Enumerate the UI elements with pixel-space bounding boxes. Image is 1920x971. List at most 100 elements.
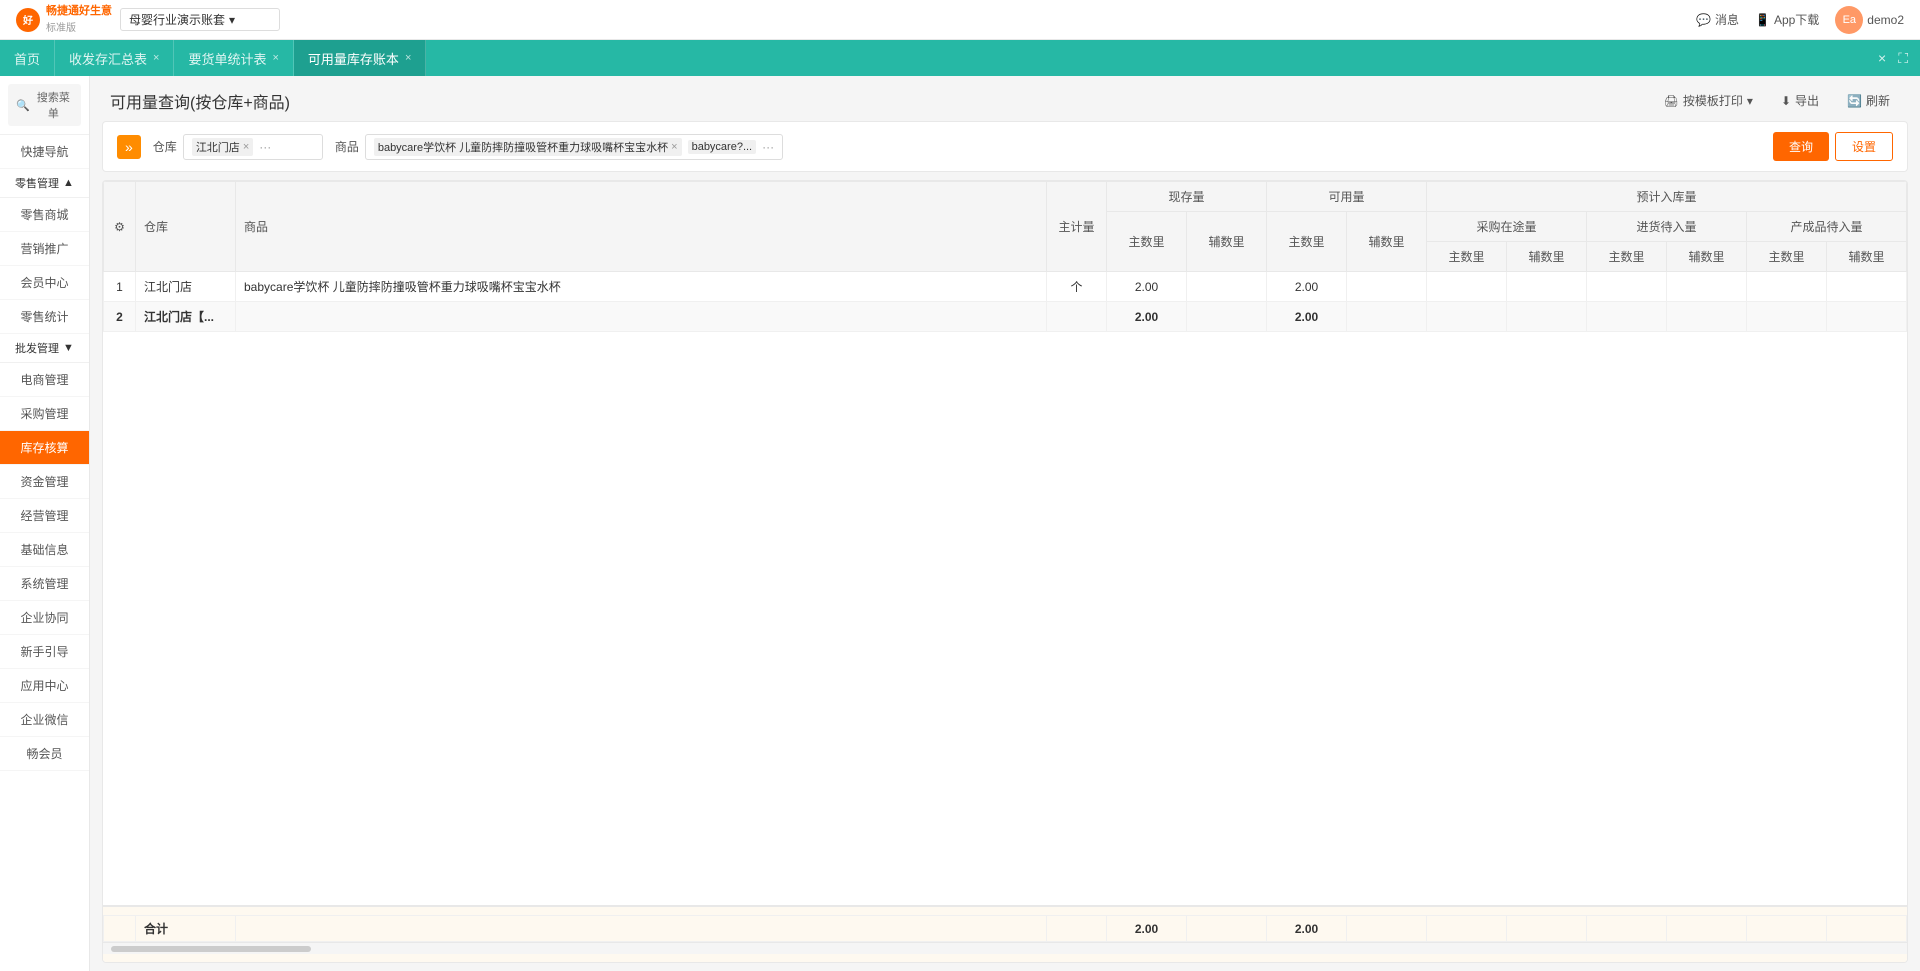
th-purchase-transit-label: 采购在途量 — [1476, 220, 1536, 234]
sidebar-enterprise-wechat-label: 企业微信 — [20, 713, 68, 727]
tab-home[interactable]: 首页 — [0, 40, 55, 76]
sidebar-item-retail-mall[interactable]: 零售商城 — [0, 198, 89, 232]
sidebar-item-purchase-mgmt[interactable]: 采购管理 — [0, 397, 89, 431]
tab-fullscreen-btn[interactable]: ⛶ — [1894, 46, 1912, 71]
group-available-aux — [1347, 302, 1427, 332]
sidebar-item-enterprise-wechat[interactable]: 企业微信 — [0, 703, 89, 737]
sidebar-retail-mgmt-label: 零售管理 — [15, 175, 59, 191]
print-btn[interactable]: 🖨 按模板打印 ▾ — [1654, 88, 1763, 113]
brand-sub: 标准版 — [46, 19, 112, 34]
th-warehouse-label: 仓库 — [144, 220, 168, 234]
cell-gp-main — [1587, 272, 1667, 302]
th-fp-aux-label: 辅数里 — [1848, 250, 1884, 264]
sidebar-search-area: 🔍 搜索菜单 — [0, 76, 89, 135]
th-unit: 主计量 — [1047, 182, 1107, 272]
sidebar-item-system-mgmt[interactable]: 系统管理 — [0, 567, 89, 601]
table-scroll[interactable]: ⚙ 仓库 商品 主计量 现存量 — [103, 181, 1907, 905]
cell-pt-main — [1427, 272, 1507, 302]
sidebar-item-new-guide[interactable]: 新手引导 — [0, 635, 89, 669]
product-tag-1-close[interactable]: × — [671, 141, 677, 153]
footer-gp-aux — [1667, 916, 1747, 942]
brand-name: 畅捷通好生意 — [46, 5, 112, 18]
th-available-main: 主数里 — [1267, 212, 1347, 272]
th-product-label: 商品 — [244, 220, 268, 234]
query-btn[interactable]: 查询 — [1773, 132, 1829, 161]
tab-inventory-close[interactable]: × — [405, 52, 411, 64]
sidebar-quick-nav-label: 快捷导航 — [20, 145, 68, 159]
store-selector[interactable]: 母婴行业演示账套 ▾ — [120, 8, 280, 31]
top-bar-left: 好 畅捷通好生意 标准版 母婴行业演示账套 ▾ — [16, 5, 280, 33]
th-goods-pending-label: 进货待入量 — [1636, 220, 1696, 234]
content-area: 可用量查询(按仓库+商品) 🖨 按模板打印 ▾ ⬇ 导出 🔄 刷新 » — [90, 76, 1920, 971]
filter-actions: 查询 设置 — [1773, 132, 1893, 161]
footer-empty-3 — [1047, 916, 1107, 942]
sidebar-item-enterprise[interactable]: 企业协同 — [0, 601, 89, 635]
tab-home-label: 首页 — [14, 49, 40, 68]
bottom-scroll-area[interactable] — [103, 942, 1907, 954]
group-pt-aux — [1507, 302, 1587, 332]
warehouse-tag: 江北门店 × — [192, 138, 253, 156]
tab-receive[interactable]: 收发存汇总表 × — [55, 40, 174, 76]
tab-close-all-btn[interactable]: × — [1874, 46, 1890, 70]
sidebar-item-marketing[interactable]: 营销推广 — [0, 232, 89, 266]
footer-available-main: 2.00 — [1267, 916, 1347, 942]
sidebar-item-member-center[interactable]: 会员中心 — [0, 266, 89, 300]
search-menu-btn[interactable]: 🔍 搜索菜单 — [8, 84, 81, 126]
sidebar-item-vip-member[interactable]: 畅会员 — [0, 737, 89, 771]
page-header: 可用量查询(按仓库+商品) 🖨 按模板打印 ▾ ⬇ 导出 🔄 刷新 — [90, 76, 1920, 121]
tab-inventory-label: 可用量库存账本 — [308, 49, 399, 68]
export-btn[interactable]: ⬇ 导出 — [1771, 88, 1829, 113]
product-filter-input[interactable]: babycare学饮杯 儿童防摔防撞吸管杯重力球吸嘴杯宝宝水杯 × babyca… — [365, 134, 783, 160]
warehouse-tag-close[interactable]: × — [243, 141, 249, 153]
th-purchase-transit-aux: 辅数里 — [1507, 242, 1587, 272]
sidebar-item-app-center[interactable]: 应用中心 — [0, 669, 89, 703]
tab-order-close[interactable]: × — [272, 52, 278, 64]
warehouse-filter-input[interactable]: 江北门店 × ··· — [183, 134, 323, 160]
th-fp-main-label: 主数里 — [1768, 250, 1804, 264]
th-settings[interactable]: ⚙ — [104, 182, 136, 272]
app-download-btn[interactable]: 📱 App下载 — [1755, 11, 1819, 28]
tab-order-label: 要货单统计表 — [188, 49, 266, 68]
horizontal-scrollbar-thumb[interactable] — [111, 946, 311, 952]
sidebar-item-inventory-check[interactable]: 库存核算 — [0, 431, 89, 465]
tab-order[interactable]: 要货单统计表 × — [174, 40, 293, 76]
message-icon: 💬 — [1696, 13, 1711, 27]
product-tag-2: babycare?... — [688, 140, 757, 154]
th-available-aux-label: 辅数里 — [1368, 235, 1404, 249]
footer-label: 合计 — [136, 916, 236, 942]
sidebar-item-ecommerce[interactable]: 电商管理 — [0, 363, 89, 397]
sidebar-member-center-label: 会员中心 — [20, 276, 68, 290]
th-warehouse: 仓库 — [136, 182, 236, 272]
sidebar-item-basic-info[interactable]: 基础信息 — [0, 533, 89, 567]
th-current-aux: 辅数里 — [1187, 212, 1267, 272]
page-actions: 🖨 按模板打印 ▾ ⬇ 导出 🔄 刷新 — [1654, 88, 1900, 113]
sidebar-item-quick-nav[interactable]: 快捷导航 — [0, 135, 89, 169]
settings-btn[interactable]: 设置 — [1835, 132, 1893, 161]
refresh-btn[interactable]: 🔄 刷新 — [1837, 88, 1900, 113]
cell-current-main: 2.00 — [1107, 272, 1187, 302]
tab-inventory[interactable]: 可用量库存账本 × — [294, 40, 426, 76]
export-icon: ⬇ — [1781, 94, 1791, 108]
sidebar-item-retail-stats[interactable]: 零售统计 — [0, 300, 89, 334]
filter-toggle-btn[interactable]: » — [117, 135, 141, 159]
user-area[interactable]: Ea demo2 — [1835, 6, 1904, 34]
print-icon: 🖨 — [1664, 94, 1679, 108]
sidebar-item-retail-mgmt[interactable]: 零售管理 ▲ — [0, 169, 89, 198]
th-product: 商品 — [236, 182, 1047, 272]
product-tag-1-text: babycare学饮杯 儿童防摔防撞吸管杯重力球吸嘴杯宝宝水杯 — [378, 139, 668, 155]
sidebar-item-finance[interactable]: 资金管理 — [0, 465, 89, 499]
refresh-icon: 🔄 — [1847, 94, 1862, 108]
sidebar-retail-mall-label: 零售商城 — [20, 208, 68, 222]
tab-receive-close[interactable]: × — [153, 52, 159, 64]
main-layout: 🔍 搜索菜单 快捷导航 零售管理 ▲ 零售商城 营销推广 会员中心 零售统计 批… — [0, 76, 1920, 971]
th-pt-aux-label: 辅数里 — [1528, 250, 1564, 264]
sidebar-new-guide-label: 新手引导 — [20, 645, 68, 659]
footer-fp-aux — [1827, 916, 1907, 942]
message-btn[interactable]: 💬 消息 — [1696, 11, 1739, 28]
sidebar-ecommerce-label: 电商管理 — [20, 373, 68, 387]
print-label: 按模板打印 — [1683, 92, 1743, 109]
cell-index: 1 — [104, 272, 136, 302]
sidebar-item-operation[interactable]: 经营管理 — [0, 499, 89, 533]
th-available-main-label: 主数里 — [1288, 235, 1324, 249]
sidebar-item-wholesale-mgmt[interactable]: 批发管理 ▼ — [0, 334, 89, 363]
